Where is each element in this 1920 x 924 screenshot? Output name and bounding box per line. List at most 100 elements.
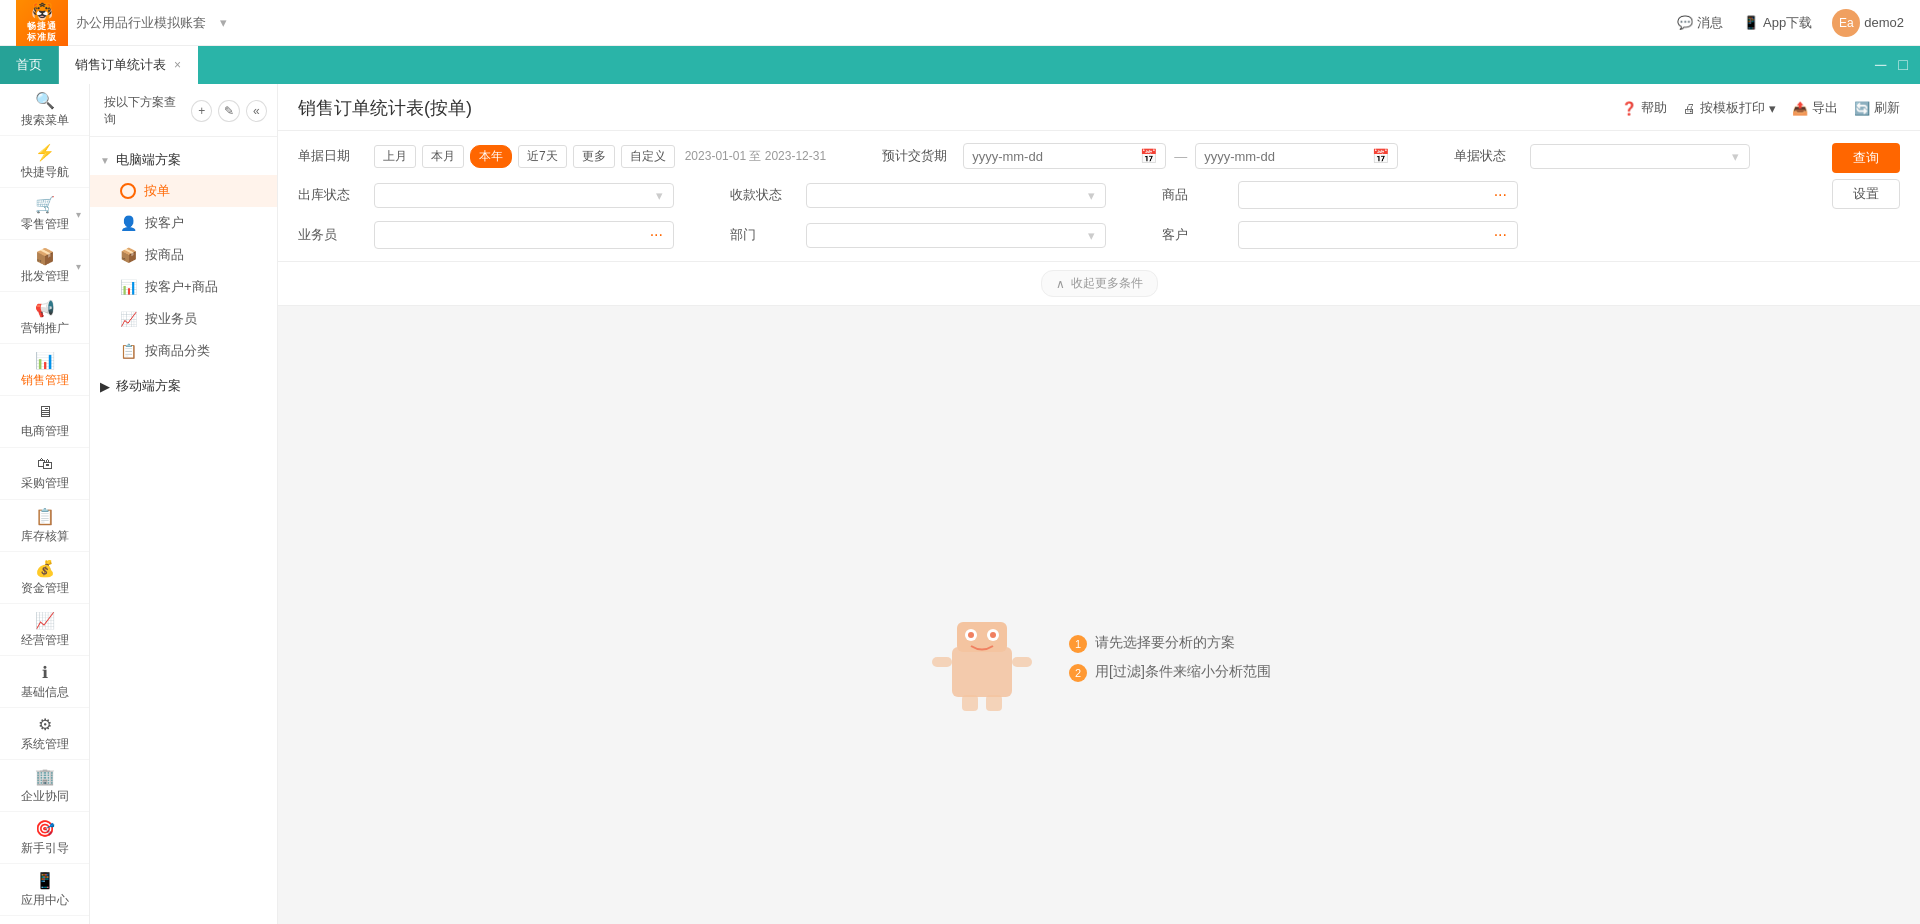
sidebar-item-ecommerce[interactable]: 🖥 电商管理 (0, 396, 89, 448)
sidebar-item-enterprise[interactable]: 🏢 企业协同 (0, 760, 89, 812)
sidebar-item-quick-nav[interactable]: ⚡ 快捷导航 (0, 136, 89, 188)
goods-dots[interactable]: ··· (1494, 186, 1507, 204)
delivery-date-from-input[interactable] (972, 149, 1140, 164)
sidebar-item-system[interactable]: ⚙ 系统管理 (0, 708, 89, 760)
export-btn[interactable]: 📤 导出 (1792, 99, 1838, 117)
sidebar-item-search[interactable]: 🔍 搜索菜单 (0, 84, 89, 136)
collapse-conditions-btn[interactable]: ∧ 收起更多条件 (1041, 270, 1158, 297)
this-year-btn[interactable]: 本年 (470, 145, 512, 168)
scheme-item-by-product[interactable]: 📦 按商品 (90, 239, 277, 271)
scheme-item-by-customer[interactable]: 👤 按客户 (90, 207, 277, 239)
tab-minimize-btn[interactable]: ─ (1875, 56, 1886, 74)
tab-controls: ─ □ (1875, 56, 1920, 74)
tab-home[interactable]: 首页 (0, 46, 59, 84)
sidebar-item-finance[interactable]: 💰 资金管理 (0, 552, 89, 604)
sidebar-item-wholesale[interactable]: 📦 批发管理 (0, 240, 89, 292)
sidebar-item-enterprise-wechat[interactable]: 💬 企业微信 (0, 916, 89, 924)
department-label: 部门 (730, 226, 790, 244)
computer-group-header[interactable]: ▼ 电脑端方案 (90, 145, 277, 175)
custom-date-btn[interactable]: 自定义 (621, 145, 675, 168)
sidebar-item-inventory[interactable]: 📋 库存核算 (0, 500, 89, 552)
user-menu[interactable]: Ea demo2 (1832, 9, 1904, 37)
svg-rect-8 (962, 695, 978, 711)
more-date-btn[interactable]: 更多 (573, 145, 615, 168)
message-btn[interactable]: 💬 消息 (1677, 14, 1723, 32)
sidebar-item-newbie[interactable]: 🎯 新手引导 (0, 812, 89, 864)
sidebar-item-purchase[interactable]: 🛍 采购管理 (0, 448, 89, 500)
tab-maximize-btn[interactable]: □ (1898, 56, 1908, 74)
expected-delivery-inputs: 📅 — 📅 (963, 143, 1398, 169)
print-icon: 🖨 (1683, 101, 1696, 116)
mobile-group-arrow: ▶ (100, 379, 110, 394)
customer-dots[interactable]: ··· (1494, 226, 1507, 244)
this-month-btn[interactable]: 本月 (422, 145, 464, 168)
computer-group-arrow: ▼ (100, 155, 110, 166)
quick-nav-icon: ⚡ (35, 143, 55, 162)
customer-label: 客户 (1162, 226, 1222, 244)
scheme-item-by-customer-product[interactable]: 📊 按客户+商品 (90, 271, 277, 303)
last-month-btn[interactable]: 上月 (374, 145, 416, 168)
shipping-status-select[interactable]: ▾ (374, 183, 674, 208)
delivery-date-to[interactable]: 📅 (1195, 143, 1398, 169)
operations-icon: 📈 (35, 611, 55, 630)
sidebar-item-operations[interactable]: 📈 经营管理 (0, 604, 89, 656)
panel-toolbar: 按以下方案查询 + ✎ « (90, 94, 277, 137)
print-btn[interactable]: 🖨 按模板打印 ▾ (1683, 99, 1776, 117)
svg-point-4 (968, 632, 974, 638)
topbar: 🐯 畅捷通 标准版 办公用品行业模拟账套 ▾ 💬 消息 📱 App下载 Ea d… (0, 0, 1920, 46)
sidebar-item-marketing[interactable]: 📢 营销推广 (0, 292, 89, 344)
salesperson-select[interactable]: ··· (374, 221, 674, 249)
print-arrow-icon: ▾ (1769, 101, 1776, 116)
query-btn[interactable]: 查询 (1832, 143, 1900, 173)
scheme-edit-btn[interactable]: ✎ (218, 100, 239, 122)
topbar-title-arrow[interactable]: ▾ (220, 15, 227, 30)
scheme-item-by-category[interactable]: 📋 按商品分类 (90, 335, 277, 367)
delivery-date-from[interactable]: 📅 (963, 143, 1166, 169)
empty-illustration (927, 607, 1037, 720)
basics-icon: ℹ (42, 663, 48, 682)
order-status-label: 单据状态 (1454, 147, 1514, 165)
goods-select[interactable]: ··· (1238, 181, 1518, 209)
page-header-top: 销售订单统计表(按单) ❓ 帮助 🖨 按模板打印 ▾ 📤 导出 (298, 96, 1900, 120)
scheme-item-by-salesperson[interactable]: 📈 按业务员 (90, 303, 277, 335)
tab-close-btn[interactable]: × (174, 58, 181, 72)
customer-select[interactable]: ··· (1238, 221, 1518, 249)
tab-sales-order[interactable]: 销售订单统计表 × (59, 46, 198, 84)
sidebar-item-app-center[interactable]: 📱 应用中心 (0, 864, 89, 916)
panel-collapse-btn[interactable]: « (246, 100, 267, 122)
by-customer-product-icon: 📊 (120, 279, 137, 295)
date-dash: — (1174, 149, 1187, 164)
inventory-icon: 📋 (35, 507, 55, 526)
collapse-bar: ∧ 收起更多条件 (278, 262, 1920, 306)
calendar-from-icon[interactable]: 📅 (1140, 148, 1157, 164)
salesperson-dots[interactable]: ··· (650, 226, 663, 244)
avatar: Ea (1832, 9, 1860, 37)
payment-status-select[interactable]: ▾ (806, 183, 1106, 208)
sidebar-item-retail[interactable]: 🛒 零售管理 (0, 188, 89, 240)
sidebar-item-basics[interactable]: ℹ 基础信息 (0, 656, 89, 708)
sidebar-item-sales[interactable]: 📊 销售管理 (0, 344, 89, 396)
scheme-item-by-order[interactable]: 按单 (90, 175, 277, 207)
help-icon: ❓ (1621, 101, 1637, 116)
filter-main-row: 单据日期 上月 本月 本年 近7天 更多 自定义 2023-01-01 至 20… (298, 143, 1900, 249)
settings-btn[interactable]: 设置 (1832, 179, 1900, 209)
calendar-to-icon[interactable]: 📅 (1372, 148, 1389, 164)
app-download-btn[interactable]: 📱 App下载 (1743, 14, 1812, 32)
department-select[interactable]: ▾ (806, 223, 1106, 248)
search-icon: 🔍 (35, 91, 55, 110)
empty-state: 1 请先选择要分析的方案 2 用[过滤]条件来缩小分析范围 (278, 306, 1920, 924)
empty-num-1: 1 (1069, 635, 1087, 653)
delivery-date-to-input[interactable] (1204, 149, 1372, 164)
refresh-btn[interactable]: 🔄 刷新 (1854, 99, 1900, 117)
collapse-icon: ∧ (1056, 277, 1065, 291)
last7-btn[interactable]: 近7天 (518, 145, 567, 168)
help-btn[interactable]: ❓ 帮助 (1621, 99, 1667, 117)
shipping-arrow: ▾ (656, 188, 663, 203)
header-actions: ❓ 帮助 🖨 按模板打印 ▾ 📤 导出 🔄 刷新 (1621, 99, 1900, 117)
expected-delivery-label: 预计交货期 (882, 147, 947, 165)
mobile-group-header[interactable]: ▶ 移动端方案 (90, 371, 277, 401)
filter-row-2: 出库状态 ▾ 收款状态 ▾ 商品 ··· (298, 181, 1816, 209)
scheme-add-btn[interactable]: + (191, 100, 212, 122)
order-status-select[interactable]: ▾ (1530, 144, 1750, 169)
filter-row-1: 单据日期 上月 本月 本年 近7天 更多 自定义 2023-01-01 至 20… (298, 143, 1816, 169)
